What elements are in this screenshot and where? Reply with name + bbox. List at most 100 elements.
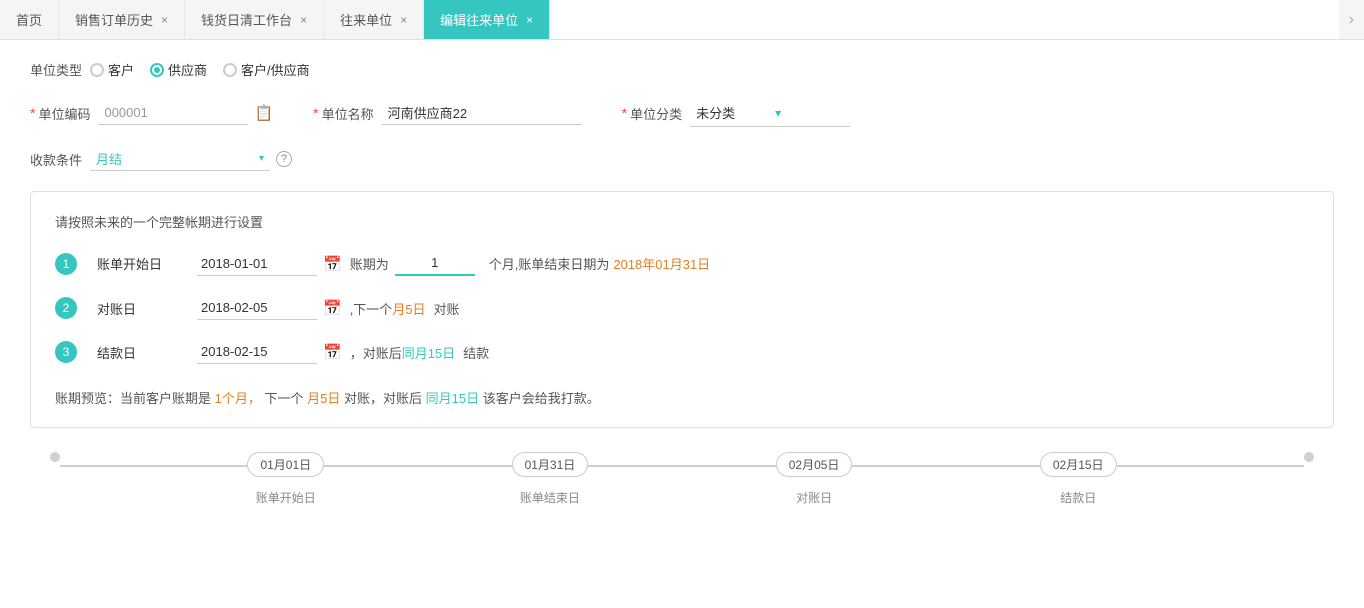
category-group: * 单位分类 未分类 ▾ bbox=[622, 99, 850, 127]
timeline-point-4: 02月15日 结款日 bbox=[1040, 452, 1117, 506]
tab-edit-partner-label: 编辑往来单位 bbox=[440, 10, 518, 29]
step-2-prefix: ,下一个 bbox=[350, 299, 393, 318]
preview-reconcile-day: 月5日 bbox=[307, 391, 340, 406]
tab-partner[interactable]: 往来单位 × bbox=[324, 0, 424, 39]
step-3-day-highlight: 同月15日 bbox=[402, 343, 455, 362]
step-1-period-label: 账期为 bbox=[350, 254, 389, 273]
unit-type-radio-group: 客户 供应商 客户/供应商 bbox=[90, 60, 310, 79]
timeline-label-1: 账单开始日 bbox=[256, 489, 316, 506]
step-3-label: 结款日 bbox=[97, 343, 177, 362]
main-content: 单位类型 客户 供应商 客户/供应商 * 单位编码 📋 * 单位名称 bbox=[0, 40, 1364, 608]
section-title: 请按照未来的一个完整帐期进行设置 bbox=[55, 212, 1309, 231]
tab-partner-label: 往来单位 bbox=[340, 10, 392, 29]
timeline-end-dot bbox=[1304, 452, 1314, 462]
code-group: * 单位编码 📋 bbox=[30, 101, 273, 125]
name-input[interactable] bbox=[382, 101, 582, 125]
step-3-prefix: ，对账后 bbox=[350, 343, 402, 362]
tab-partner-close[interactable]: × bbox=[400, 13, 407, 27]
radio-supplier[interactable]: 供应商 bbox=[150, 60, 207, 79]
tab-edit-partner-close[interactable]: × bbox=[526, 13, 533, 27]
timeline-badge-4: 02月15日 bbox=[1040, 452, 1117, 477]
preview-reconcile-suffix: 对账，对账后 bbox=[344, 391, 422, 406]
step-1-end-date: 2018年01月31日 bbox=[613, 254, 710, 273]
category-label: 单位分类 bbox=[630, 104, 682, 123]
timeline-label-3: 对账日 bbox=[796, 489, 832, 506]
radio-customer-label: 客户 bbox=[108, 60, 134, 79]
preview-label: 账期预览：当前客户账期是 bbox=[55, 391, 211, 406]
radio-both-circle bbox=[223, 63, 237, 77]
preview-period: 1个月， bbox=[215, 391, 261, 406]
timeline-point-3: 02月05日 对账日 bbox=[776, 452, 853, 506]
period-section: 请按照未来的一个完整帐期进行设置 1 账单开始日 📅 账期为 个月,账单结束日期… bbox=[30, 191, 1334, 428]
step-2-label: 对账日 bbox=[97, 299, 177, 318]
name-label: 单位名称 bbox=[322, 104, 374, 123]
step-2-day-highlight: 月5日 bbox=[392, 299, 425, 318]
name-group: * 单位名称 bbox=[313, 101, 581, 125]
step-1-date-input[interactable] bbox=[197, 252, 317, 276]
tab-cash-work-close[interactable]: × bbox=[300, 13, 307, 27]
code-label: 单位编码 bbox=[38, 104, 90, 123]
step-1-num: 1 bbox=[55, 253, 77, 275]
tab-home[interactable]: 首页 bbox=[0, 0, 59, 39]
step-2-date-input[interactable] bbox=[197, 296, 317, 320]
code-calendar-icon[interactable]: 📋 bbox=[254, 104, 273, 122]
tab-sales-order-history-label: 销售订单历史 bbox=[75, 10, 153, 29]
tab-sales-order-history[interactable]: 销售订单历史 × bbox=[59, 0, 185, 39]
timeline-start-dot bbox=[50, 452, 60, 462]
step-2-num: 2 bbox=[55, 297, 77, 319]
tab-sales-order-history-close[interactable]: × bbox=[161, 13, 168, 27]
step-1-month-label: 个月,账单结束日期为 bbox=[489, 254, 610, 273]
step-3-date-input[interactable] bbox=[197, 340, 317, 364]
timeline: 01月01日 账单开始日 01月31日 账单结束日 02月05日 对账日 02月… bbox=[30, 452, 1334, 506]
category-star: * bbox=[622, 105, 627, 121]
step-3-suffix: 结款 bbox=[463, 343, 489, 362]
timeline-dot-end bbox=[1304, 452, 1314, 462]
tab-cash-work-label: 钱货日清工作台 bbox=[201, 10, 292, 29]
category-select[interactable]: 未分类 ▾ bbox=[690, 99, 850, 127]
payment-help-icon[interactable]: ? bbox=[276, 151, 292, 167]
tab-bar: 首页 销售订单历史 × 钱货日清工作台 × 往来单位 × 编辑往来单位 × › bbox=[0, 0, 1364, 40]
radio-supplier-circle bbox=[150, 63, 164, 77]
step-3-calendar-icon[interactable]: 📅 bbox=[323, 343, 342, 361]
radio-customer[interactable]: 客户 bbox=[90, 60, 134, 79]
timeline-badge-1: 01月01日 bbox=[247, 452, 324, 477]
radio-both[interactable]: 客户/供应商 bbox=[223, 60, 310, 79]
step-1-label: 账单开始日 bbox=[97, 254, 177, 273]
unit-type-label: 单位类型 bbox=[30, 60, 82, 79]
step-3-row: 3 结款日 📅 ，对账后 同月15日 结款 bbox=[55, 340, 1309, 364]
step-2-row: 2 对账日 📅 ,下一个 月5日 对账 bbox=[55, 296, 1309, 320]
tab-scroll-arrow[interactable]: › bbox=[1339, 0, 1364, 39]
tab-edit-partner[interactable]: 编辑往来单位 × bbox=[424, 0, 550, 39]
tab-home-label: 首页 bbox=[16, 10, 42, 29]
step-2-suffix: 对账 bbox=[434, 299, 460, 318]
timeline-dot-start bbox=[50, 452, 60, 462]
code-input[interactable] bbox=[98, 101, 248, 125]
timeline-badge-2: 01月31日 bbox=[512, 452, 589, 477]
radio-customer-circle bbox=[90, 63, 104, 77]
unit-type-row: 单位类型 客户 供应商 客户/供应商 bbox=[30, 60, 1334, 79]
step-3-num: 3 bbox=[55, 341, 77, 363]
step-2-calendar-icon[interactable]: 📅 bbox=[323, 299, 342, 317]
radio-supplier-label: 供应商 bbox=[168, 60, 207, 79]
preview-reconcile-prefix: 下一个 bbox=[265, 391, 304, 406]
radio-both-label: 客户/供应商 bbox=[241, 60, 310, 79]
step-1-row: 1 账单开始日 📅 账期为 个月,账单结束日期为 2018年01月31日 bbox=[55, 251, 1309, 276]
timeline-label-2: 账单结束日 bbox=[520, 489, 580, 506]
timeline-badge-3: 02月05日 bbox=[776, 452, 853, 477]
preview-end: 该客户会给我打款。 bbox=[483, 391, 600, 406]
payment-label: 收款条件 bbox=[30, 150, 82, 169]
timeline-point-1: 01月01日 账单开始日 bbox=[247, 452, 324, 506]
step-1-calendar-icon[interactable]: 📅 bbox=[323, 255, 342, 273]
payment-chevron-icon: ▾ bbox=[259, 153, 264, 164]
tab-cash-work[interactable]: 钱货日清工作台 × bbox=[185, 0, 324, 39]
payment-value: 月结 bbox=[96, 149, 259, 168]
timeline-points: 01月01日 账单开始日 01月31日 账单结束日 02月05日 对账日 02月… bbox=[50, 452, 1314, 506]
category-value: 未分类 bbox=[696, 103, 735, 122]
step-1-period-input[interactable] bbox=[395, 251, 475, 276]
code-star: * bbox=[30, 105, 35, 121]
payment-row: 收款条件 月结 ▾ ? bbox=[30, 147, 1334, 171]
preview-section: 账期预览：当前客户账期是 1个月， 下一个 月5日 对账，对账后 同月15日 该… bbox=[55, 388, 1309, 407]
timeline-label-4: 结款日 bbox=[1060, 489, 1096, 506]
payment-select[interactable]: 月结 ▾ bbox=[90, 147, 270, 171]
timeline-point-2: 01月31日 账单结束日 bbox=[512, 452, 589, 506]
